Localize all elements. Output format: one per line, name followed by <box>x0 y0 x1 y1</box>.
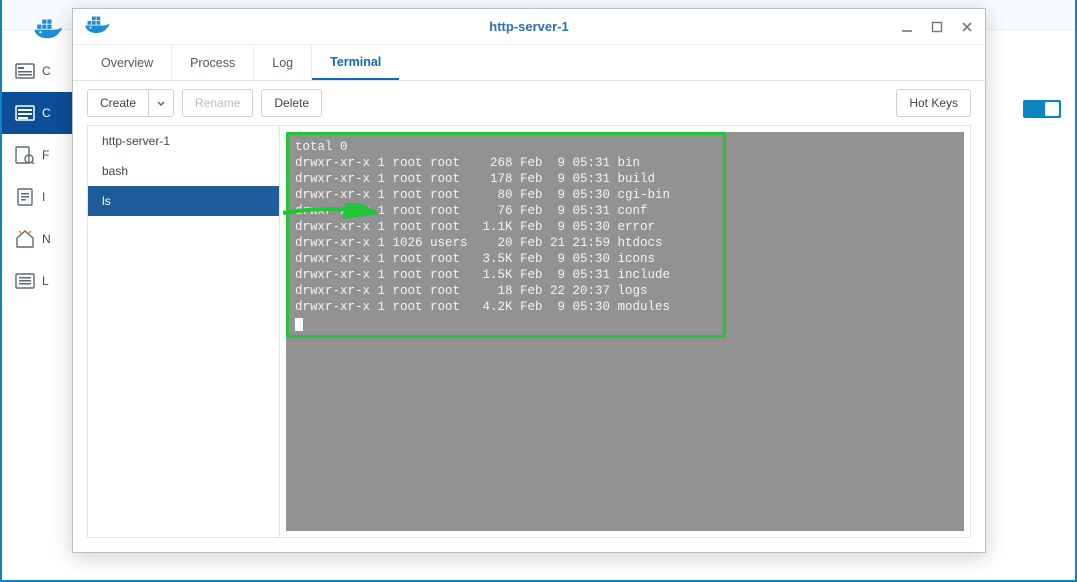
window-title: http-server-1 <box>73 19 985 34</box>
home-icon <box>14 230 36 248</box>
bg-sidebar-item[interactable]: C <box>2 92 72 134</box>
bg-sidebar-item[interactable]: F <box>2 134 72 176</box>
tab-overview[interactable]: Overview <box>83 45 172 80</box>
session-item[interactable]: ls <box>88 186 279 216</box>
terminal-session-list: http-server-1bashls <box>87 125 279 538</box>
close-button[interactable] <box>959 19 975 35</box>
search-icon <box>14 146 36 164</box>
bg-sidebar-item[interactable]: L <box>2 260 72 302</box>
titlebar: http-server-1 <box>73 9 985 45</box>
bg-sidebar-item[interactable]: I <box>2 176 72 218</box>
session-item[interactable]: http-server-1 <box>88 126 279 156</box>
tab-terminal[interactable]: Terminal <box>312 45 399 80</box>
annotation-highlight: total 0 drwxr-xr-x 1 root root 268 Feb 9… <box>286 132 726 338</box>
list-active-icon <box>14 104 36 122</box>
tab-log[interactable]: Log <box>254 45 312 80</box>
terminal-cursor <box>295 318 303 331</box>
minimize-button[interactable] <box>899 19 915 35</box>
maximize-button[interactable] <box>929 19 945 35</box>
container-window: http-server-1 OverviewProcessLogTerminal… <box>72 8 986 553</box>
hotkeys-button[interactable]: Hot Keys <box>896 89 971 117</box>
rename-button[interactable]: Rename <box>182 89 253 117</box>
create-button[interactable]: Create <box>87 89 174 117</box>
create-dropdown-caret[interactable] <box>148 89 174 117</box>
bg-sidebar-item[interactable]: N <box>2 218 72 260</box>
tab-process[interactable]: Process <box>172 45 254 80</box>
list-icon <box>14 272 36 290</box>
bg-sidebar: CCFINL <box>2 40 72 570</box>
bg-sidebar-item[interactable]: C <box>2 50 72 92</box>
delete-button[interactable]: Delete <box>261 89 322 117</box>
docker-icon <box>83 13 113 40</box>
terminal-panel[interactable]: total 0 drwxr-xr-x 1 root root 268 Feb 9… <box>279 125 971 538</box>
session-item[interactable]: bash <box>88 156 279 186</box>
toggle-switch[interactable] <box>1023 100 1061 118</box>
toolbar: Create Rename Delete Hot Keys <box>73 81 985 125</box>
tab-bar: OverviewProcessLogTerminal <box>73 45 985 81</box>
terminal-output: total 0 drwxr-xr-x 1 root root 268 Feb 9… <box>295 139 717 331</box>
chevron-down-icon <box>157 101 165 107</box>
create-button-main[interactable]: Create <box>87 89 148 117</box>
card-icon <box>14 62 36 80</box>
doc-icon <box>14 188 36 206</box>
